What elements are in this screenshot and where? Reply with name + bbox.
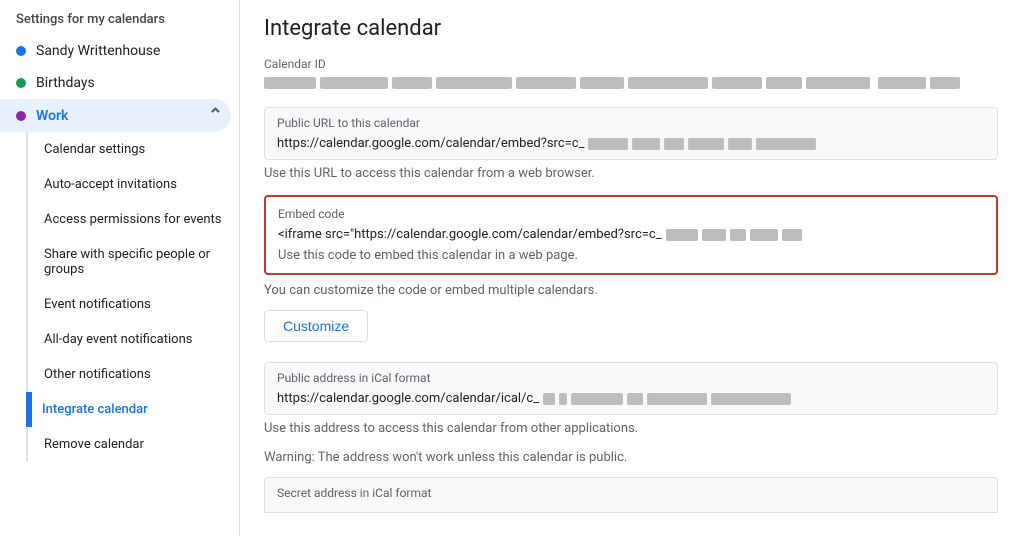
sidebar-item-sandy[interactable]: Sandy Writtenhouse: [0, 35, 239, 67]
work-label: Work: [36, 108, 68, 124]
calendar-id-value: [264, 75, 998, 91]
page-title: Integrate calendar: [264, 16, 998, 41]
sidebar-item-event-notifications[interactable]: Event notifications: [28, 287, 239, 322]
sidebar-item-remove[interactable]: Remove calendar: [28, 427, 239, 462]
embed-code-box: Embed code <iframe src="https://calendar…: [264, 195, 998, 275]
public-url-help: Use this URL to access this calendar fro…: [264, 166, 998, 181]
sidebar-item-integrate[interactable]: Integrate calendar: [26, 392, 239, 427]
sidebar-item-other-notifications[interactable]: Other notifications: [28, 357, 239, 392]
secret-ical-label: Secret address in iCal format: [277, 486, 985, 500]
main-content: Integrate calendar Calendar ID Public UR…: [240, 0, 1022, 536]
public-url-text: https://calendar.google.com/calendar/emb…: [277, 136, 584, 151]
chevron-up-icon: ⌃: [208, 105, 223, 126]
sidebar-item-access-permissions[interactable]: Access permissions for events: [28, 202, 239, 237]
public-ical-warning: Warning: The address won't work unless t…: [264, 450, 998, 465]
public-url-label: Public URL to this calendar: [277, 116, 985, 130]
calendar-id-label: Calendar ID: [264, 57, 998, 71]
sandy-label: Sandy Writtenhouse: [36, 43, 160, 59]
sidebar-item-auto-accept[interactable]: Auto-accept invitations: [28, 167, 239, 202]
sandy-dot: [16, 46, 26, 56]
embed-code-value: <iframe src="https://calendar.google.com…: [278, 227, 984, 242]
public-ical-box: Public address in iCal format https://ca…: [264, 362, 998, 415]
birthdays-dot: [16, 78, 26, 88]
sidebar-header: Settings for my calendars: [0, 0, 239, 35]
embed-code-help: Use this code to embed this calendar in …: [278, 248, 984, 263]
sidebar: Settings for my calendars Sandy Writtenh…: [0, 0, 240, 536]
customize-button[interactable]: Customize: [264, 310, 368, 342]
sidebar-item-share[interactable]: Share with specific people or groups: [28, 237, 239, 287]
birthdays-label: Birthdays: [36, 75, 95, 91]
sidebar-item-birthdays[interactable]: Birthdays: [0, 67, 239, 99]
sidebar-item-calendar-settings[interactable]: Calendar settings: [28, 132, 239, 167]
public-ical-url: https://calendar.google.com/calendar/ica…: [277, 391, 539, 406]
sidebar-item-allday-notifications[interactable]: All-day event notifications: [28, 322, 239, 357]
secret-ical-box: Secret address in iCal format: [264, 477, 998, 513]
embed-code-label: Embed code: [278, 207, 984, 221]
public-url-box: Public URL to this calendar https://cale…: [264, 107, 998, 160]
work-dot: [16, 111, 26, 121]
customize-note: You can customize the code or embed mult…: [264, 283, 998, 298]
work-submenu: Calendar settings Auto-accept invitation…: [26, 132, 239, 462]
public-ical-label: Public address in iCal format: [277, 371, 985, 385]
sidebar-item-work[interactable]: Work ⌃: [0, 99, 231, 132]
public-ical-help: Use this address to access this calendar…: [264, 421, 998, 436]
